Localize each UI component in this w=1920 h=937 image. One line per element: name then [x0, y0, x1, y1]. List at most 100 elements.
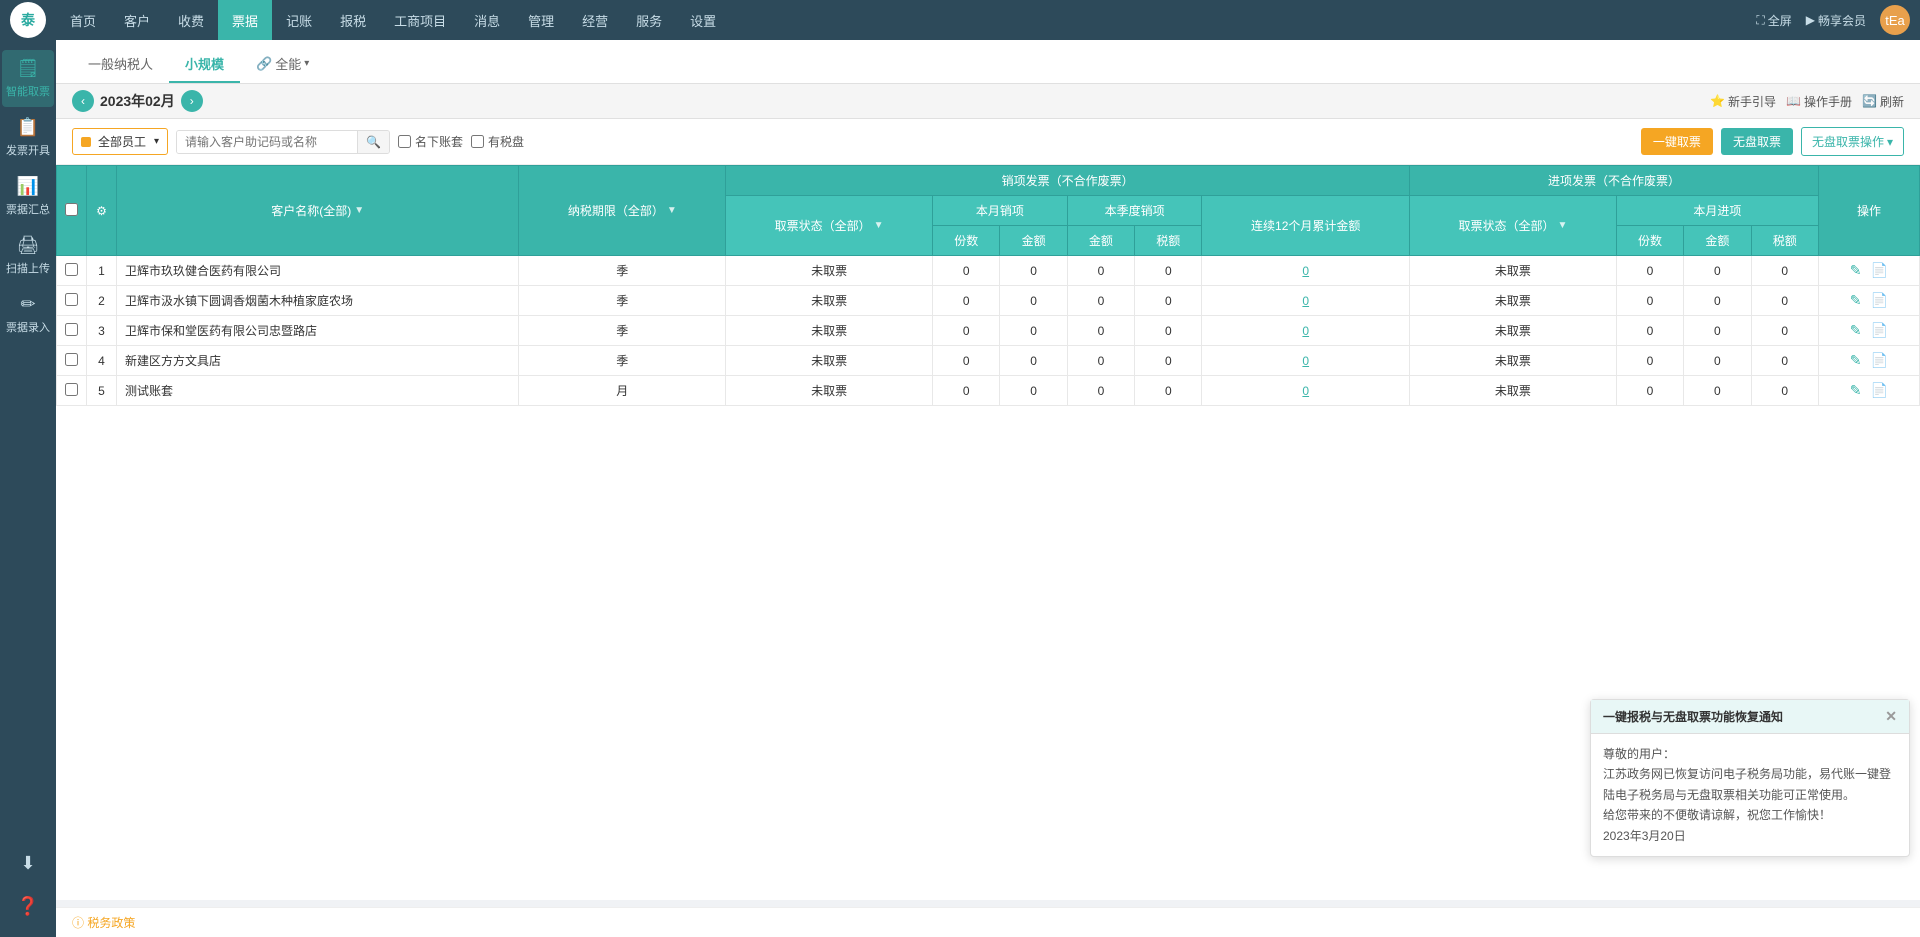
sidebar-item-invoice-summary[interactable]: 📊 票据汇总	[2, 168, 54, 225]
tab-small[interactable]: 小规模	[169, 46, 240, 83]
staff-select[interactable]: 全部员工 ▾	[72, 128, 168, 155]
nav-billing[interactable]: 收费	[164, 0, 218, 40]
filter-icon[interactable]: ▼	[874, 220, 884, 231]
table-header-this-quarter-sales: 本季度销项	[1067, 196, 1202, 226]
nav-settings[interactable]: 设置	[676, 0, 730, 40]
filter-icon[interactable]: ▼	[354, 205, 364, 216]
row-fetch-status-sales: 未取票	[726, 376, 933, 406]
nav-business[interactable]: 工商项目	[380, 0, 460, 40]
nav-home[interactable]: 首页	[56, 0, 110, 40]
table-header-input-count: 份数	[1616, 226, 1683, 256]
row-input-count: 0	[1616, 286, 1683, 316]
nav-accounting[interactable]: 记账	[272, 0, 326, 40]
row-quarter-sales-amount: 0	[1067, 286, 1134, 316]
edit-action-icon[interactable]: ✎	[1850, 382, 1862, 398]
detail-action-icon[interactable]: 📄	[1871, 352, 1888, 368]
row-customer-name: 卫辉市保和堂医药有限公司忠暨路店	[117, 316, 519, 346]
row-fetch-status-sales: 未取票	[726, 256, 933, 286]
search-button[interactable]: 🔍	[357, 131, 389, 153]
edit-action-icon[interactable]: ✎	[1850, 322, 1862, 338]
one-key-fetch-btn[interactable]: 一键取票	[1641, 128, 1713, 155]
row-no: 2	[87, 286, 117, 316]
toolbar-right: 一键取票 无盘取票 无盘取票操作 ▾	[1641, 127, 1904, 156]
edit-action-icon[interactable]: ✎	[1850, 262, 1862, 278]
tax-policy-link[interactable]: ⓘ 税务政策	[72, 914, 135, 931]
nav-tax[interactable]: 报税	[326, 0, 380, 40]
detail-action-icon[interactable]: 📄	[1871, 262, 1888, 278]
row-fetch-status-input: 未取票	[1410, 256, 1617, 286]
filter-icon[interactable]: ▼	[1557, 220, 1567, 231]
nav-invoice[interactable]: 票据	[218, 0, 272, 40]
next-month-btn[interactable]: ›	[181, 90, 203, 112]
row-tax-period: 季	[519, 256, 726, 286]
fullscreen-btn[interactable]: ⛶ 全屏	[1756, 12, 1791, 29]
tab-all[interactable]: 🔗 全能 ▾	[240, 46, 325, 83]
sidebar-item-data-entry[interactable]: ✏ 票据录入	[2, 286, 54, 343]
detail-action-icon[interactable]: 📄	[1871, 382, 1888, 398]
sub-account-checkbox-label[interactable]: 名下账套	[398, 133, 463, 150]
nav-message[interactable]: 消息	[460, 0, 514, 40]
row-checkbox[interactable]	[65, 323, 78, 336]
row-checkbox-cell[interactable]	[57, 286, 87, 316]
row-checkbox-cell[interactable]	[57, 346, 87, 376]
row-no: 4	[87, 346, 117, 376]
user-avatar[interactable]: tEa	[1880, 5, 1910, 35]
row-quarter-sales-tax: 0	[1135, 376, 1202, 406]
sub-account-checkbox[interactable]	[398, 135, 411, 148]
refresh-btn[interactable]: 🔄 刷新	[1862, 93, 1904, 110]
data-entry-icon: ✏	[20, 294, 35, 315]
row-checkbox[interactable]	[65, 263, 78, 276]
tab-general[interactable]: 一般纳税人	[72, 46, 169, 83]
nav-manage[interactable]: 管理	[514, 0, 568, 40]
nav-service[interactable]: 服务	[622, 0, 676, 40]
has-tax-checkbox[interactable]	[471, 135, 484, 148]
table-header-this-month-input: 本月进项	[1616, 196, 1818, 226]
row-checkbox-cell[interactable]	[57, 256, 87, 286]
table-header-fetch-status-sales: 取票状态（全部） ▼	[726, 196, 933, 256]
row-sales-amount: 0	[1000, 376, 1067, 406]
sidebar-item-scan-upload[interactable]: 🖨 扫描上传	[2, 227, 54, 284]
row-checkbox[interactable]	[65, 383, 78, 396]
sidebar-item-issue-invoice[interactable]: 📋 发票开具	[2, 109, 54, 166]
vip-btn[interactable]: ▶ 畅享会员	[1806, 12, 1866, 29]
new-guide-btn[interactable]: ⭐ 新手引导	[1710, 93, 1776, 110]
sidebar-item-label: 扫描上传	[6, 260, 50, 276]
sidebar-download[interactable]: ⬇	[2, 845, 54, 882]
notification-popup: 一键报税与无盘取票功能恢复通知 ✕ 尊敬的用户： 江苏政务网已恢复访问电子税务局…	[1590, 699, 1910, 857]
toolbar-left: 全部员工 ▾ 🔍 名下账套 有税盘	[72, 128, 1633, 155]
row-checkbox-cell[interactable]	[57, 376, 87, 406]
chevron-down-icon: ▾	[154, 136, 159, 147]
row-sales-amount: 0	[1000, 286, 1067, 316]
edit-action-icon[interactable]: ✎	[1850, 352, 1862, 368]
popup-close-btn[interactable]: ✕	[1885, 708, 1897, 725]
row-actions: ✎ 📄	[1818, 376, 1919, 406]
row-actions: ✎ 📄	[1818, 346, 1919, 376]
detail-action-icon[interactable]: 📄	[1871, 292, 1888, 308]
prev-month-btn[interactable]: ‹	[72, 90, 94, 112]
table-header-input-amount: 金额	[1684, 226, 1751, 256]
sidebar-help[interactable]: ❓	[2, 888, 54, 925]
nav-client[interactable]: 客户	[110, 0, 164, 40]
row-input-amount: 0	[1684, 316, 1751, 346]
row-sales-amount: 0	[1000, 316, 1067, 346]
table-header-sales-invoice: 销项发票（不合作废票）	[726, 166, 1410, 196]
row-checkbox[interactable]	[65, 353, 78, 366]
row-actions: ✎ 📄	[1818, 286, 1919, 316]
sidebar-item-smart-fetch[interactable]: 🗒 智能取票	[2, 50, 54, 107]
has-tax-checkbox-label[interactable]: 有税盘	[471, 133, 524, 150]
select-all-checkbox[interactable]	[65, 203, 78, 216]
no-disk-fetch-btn[interactable]: 无盘取票	[1721, 128, 1793, 155]
search-input[interactable]	[177, 131, 357, 153]
more-actions-btn[interactable]: 无盘取票操作 ▾	[1801, 127, 1904, 156]
row-checkbox[interactable]	[65, 293, 78, 306]
row-quarter-sales-amount: 0	[1067, 346, 1134, 376]
row-sales-count: 0	[933, 376, 1000, 406]
manual-btn[interactable]: 📖 操作手册	[1786, 93, 1852, 110]
nav-operate[interactable]: 经营	[568, 0, 622, 40]
row-input-tax: 0	[1751, 376, 1818, 406]
edit-action-icon[interactable]: ✎	[1850, 292, 1862, 308]
table-header-quarter-sales-amount: 金额	[1067, 226, 1134, 256]
detail-action-icon[interactable]: 📄	[1871, 322, 1888, 338]
filter-icon[interactable]: ▼	[667, 205, 677, 216]
row-checkbox-cell[interactable]	[57, 316, 87, 346]
